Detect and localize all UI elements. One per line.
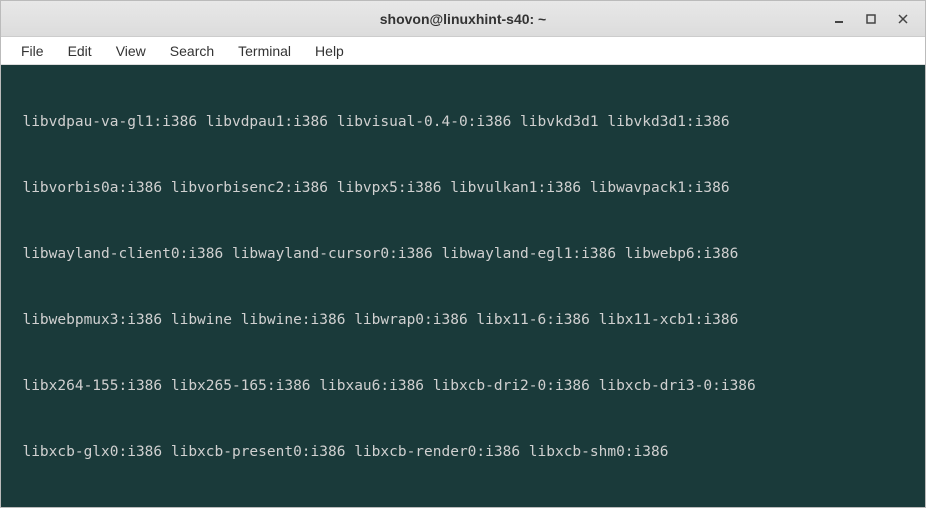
menu-file[interactable]: File	[9, 39, 56, 63]
terminal-line: libvorbis0a:i386 libvorbisenc2:i386 libv…	[5, 177, 921, 199]
terminal-output[interactable]: libvdpau-va-gl1:i386 libvdpau1:i386 libv…	[1, 65, 925, 507]
menu-terminal[interactable]: Terminal	[226, 39, 303, 63]
maximize-icon	[866, 14, 876, 24]
terminal-line: libwebpmux3:i386 libwine libwine:i386 li…	[5, 309, 921, 331]
terminal-line: libx264-155:i386 libx265-165:i386 libxau…	[5, 375, 921, 397]
titlebar: shovon@linuxhint-s40: ~	[1, 1, 925, 37]
close-button[interactable]	[887, 7, 919, 31]
terminal-window: shovon@linuxhint-s40: ~ File Edit View S…	[0, 0, 926, 508]
menubar: File Edit View Search Terminal Help	[1, 37, 925, 65]
close-icon	[898, 14, 908, 24]
maximize-button[interactable]	[855, 7, 887, 31]
terminal-line: libxcb-glx0:i386 libxcb-present0:i386 li…	[5, 441, 921, 463]
menu-search[interactable]: Search	[158, 39, 226, 63]
window-controls	[823, 7, 919, 31]
terminal-line: libwayland-client0:i386 libwayland-curso…	[5, 243, 921, 265]
minimize-icon	[834, 14, 844, 24]
menu-view[interactable]: View	[104, 39, 158, 63]
menu-help[interactable]: Help	[303, 39, 356, 63]
terminal-line: libvdpau-va-gl1:i386 libvdpau1:i386 libv…	[5, 111, 921, 133]
menu-edit[interactable]: Edit	[56, 39, 104, 63]
minimize-button[interactable]	[823, 7, 855, 31]
window-title: shovon@linuxhint-s40: ~	[103, 11, 823, 27]
